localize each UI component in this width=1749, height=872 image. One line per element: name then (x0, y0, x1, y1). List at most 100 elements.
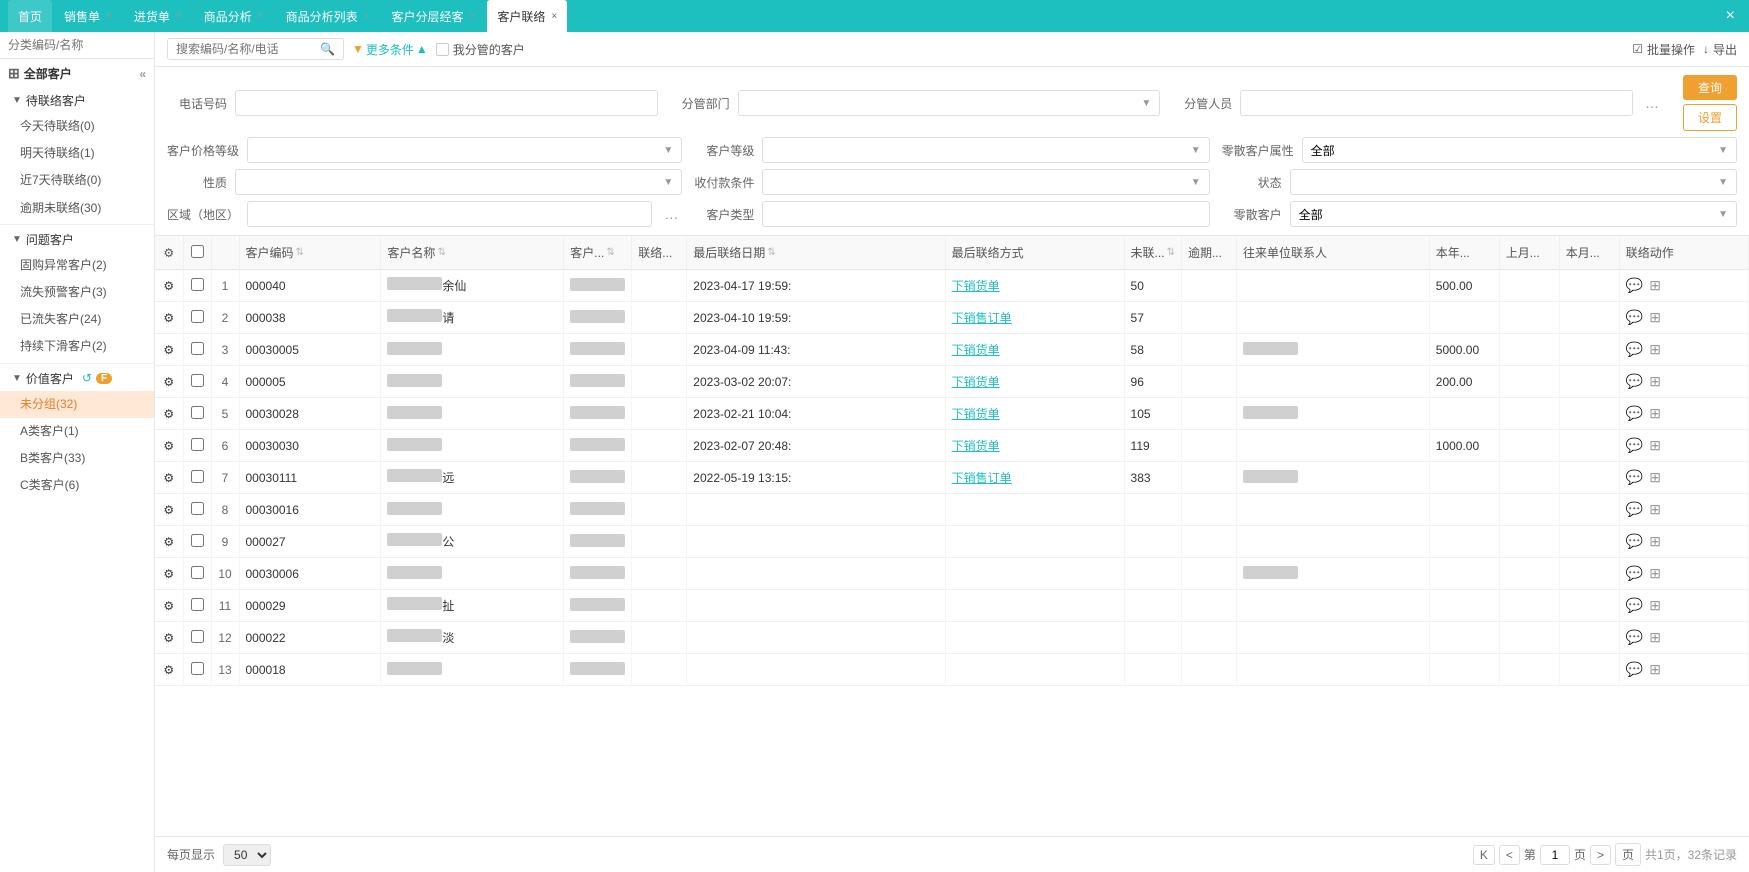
row-select-checkbox[interactable] (191, 630, 204, 643)
contact-method-link[interactable]: 下销货单 (952, 375, 1000, 389)
tab-customer-contact-close[interactable]: × (551, 11, 557, 22)
grid-action-icon[interactable]: ⊞ (1649, 501, 1661, 518)
grid-action-icon[interactable]: ⊞ (1649, 533, 1661, 550)
row-checkbox[interactable] (183, 526, 211, 558)
col-no-contact[interactable]: 未联...⇅ (1124, 236, 1181, 270)
row-select-checkbox[interactable] (191, 278, 204, 291)
chat-icon[interactable]: 💬 (1626, 341, 1643, 358)
col-contact-action[interactable]: 联络动作 (1619, 236, 1748, 270)
sidebar-item-week[interactable]: 近7天待联络(0) (0, 167, 154, 194)
chat-icon[interactable]: 💬 (1626, 405, 1643, 422)
person-select[interactable] (1240, 90, 1633, 116)
region-dots-button[interactable]: … (660, 206, 682, 222)
row-gear[interactable]: ⚙ (155, 462, 183, 494)
row-select-checkbox[interactable] (191, 566, 204, 579)
tab-home[interactable]: 首页 (8, 0, 52, 32)
grid-action-icon[interactable]: ⊞ (1649, 277, 1661, 294)
row-checkbox[interactable] (183, 398, 211, 430)
chat-icon[interactable]: 💬 (1626, 437, 1643, 454)
close-all-tabs-button[interactable]: × (1720, 7, 1741, 25)
row-select-checkbox[interactable] (191, 502, 204, 515)
col-this-year[interactable]: 本年... (1429, 236, 1499, 270)
more-conditions-button[interactable]: ▼ 更多条件 ▲ (352, 41, 428, 58)
sidebar-item-b-class[interactable]: B类客户(33) (0, 445, 154, 472)
grid-action-icon[interactable]: ⊞ (1649, 437, 1661, 454)
tab-purchase[interactable]: 进货单 × (124, 0, 192, 32)
batch-op-button[interactable]: ☑ 批量操作 (1632, 41, 1695, 58)
refresh-icon[interactable]: ↺ (82, 371, 92, 385)
grid-action-icon[interactable]: ⊞ (1649, 469, 1661, 486)
contact-method-link[interactable]: 下销货单 (952, 439, 1000, 453)
tab-purchase-close[interactable]: × (176, 11, 182, 22)
col-overdue[interactable]: 逾期... (1181, 236, 1236, 270)
tab-customer-contact[interactable]: 客户联络 × (487, 0, 567, 32)
sidebar-group-pending[interactable]: ▼ 待联络客户 (0, 88, 154, 113)
row-gear[interactable]: ⚙ (155, 590, 183, 622)
row-gear[interactable]: ⚙ (155, 494, 183, 526)
row-gear[interactable]: ⚙ (155, 430, 183, 462)
contact-method-link[interactable]: 下销货单 (952, 279, 1000, 293)
row-checkbox[interactable] (183, 430, 211, 462)
row-checkbox[interactable] (183, 654, 211, 686)
customer-type-input[interactable] (762, 201, 1209, 227)
gender-select[interactable]: ▼ (235, 169, 682, 195)
chat-icon[interactable]: 💬 (1626, 469, 1643, 486)
my-customers-checkbox[interactable]: 我分管的客户 (436, 41, 525, 58)
contact-method-link[interactable]: 下销售订单 (952, 311, 1012, 325)
chat-icon[interactable]: 💬 (1626, 661, 1643, 678)
tab-customer-segment-close[interactable]: × (469, 11, 475, 22)
grid-action-icon[interactable]: ⊞ (1649, 661, 1661, 678)
last-page-button[interactable]: 页 (1615, 843, 1641, 866)
tab-customer-segment[interactable]: 客户分层经客 × (381, 0, 485, 32)
sidebar-item-ungroup[interactable]: 未分组(32) (0, 391, 154, 418)
dept-select[interactable]: ▼ (738, 90, 1161, 116)
sidebar-item-churn-risk[interactable]: 流失预警客户(3) (0, 279, 154, 306)
sidebar-item-c-class[interactable]: C类客户(6) (0, 472, 154, 499)
tab-product-analysis-list[interactable]: 商品分析列表 × (276, 0, 380, 32)
tab-product-analysis-list-close[interactable]: × (364, 11, 370, 22)
retail-attr-select[interactable]: 全部 ▼ (1302, 137, 1737, 163)
row-select-checkbox[interactable] (191, 534, 204, 547)
tab-sales-close[interactable]: × (106, 11, 112, 22)
query-button[interactable]: 查询 (1683, 75, 1737, 100)
chat-icon[interactable]: 💬 (1626, 373, 1643, 390)
tab-product-analysis[interactable]: 商品分析 × (194, 0, 274, 32)
phone-input[interactable] (235, 90, 658, 116)
col-company-contact[interactable]: 往来单位联系人 (1236, 236, 1429, 270)
export-button[interactable]: ↓ 导出 (1703, 41, 1737, 58)
chat-icon[interactable]: 💬 (1626, 533, 1643, 550)
page-size-select[interactable]: 50 (223, 844, 271, 866)
row-gear[interactable]: ⚙ (155, 398, 183, 430)
filter-search-icon[interactable]: 🔍 (320, 42, 335, 56)
tab-sales[interactable]: 销售单 × (54, 0, 122, 32)
col-checkbox[interactable] (183, 236, 211, 270)
col-this-month[interactable]: 本月... (1559, 236, 1619, 270)
sidebar-item-today[interactable]: 今天待联络(0) (0, 113, 154, 140)
contact-method-link[interactable]: 下销售订单 (952, 471, 1012, 485)
row-gear[interactable]: ⚙ (155, 302, 183, 334)
sidebar-collapse-button[interactable]: « (139, 67, 146, 81)
col-contact[interactable]: 联络... (632, 236, 687, 270)
region-select[interactable] (247, 201, 652, 227)
grid-action-icon[interactable]: ⊞ (1649, 629, 1661, 646)
row-select-checkbox[interactable] (191, 438, 204, 451)
row-checkbox[interactable] (183, 558, 211, 590)
col-extra[interactable]: 客户...⇅ (564, 236, 632, 270)
reset-button[interactable]: 设置 (1683, 104, 1737, 131)
grid-action-icon[interactable]: ⊞ (1649, 405, 1661, 422)
grid-action-icon[interactable]: ⊞ (1649, 597, 1661, 614)
row-select-checkbox[interactable] (191, 470, 204, 483)
chat-icon[interactable]: 💬 (1626, 277, 1643, 294)
col-last-contact-date[interactable]: 最后联络日期⇅ (687, 236, 945, 270)
chat-icon[interactable]: 💬 (1626, 629, 1643, 646)
sidebar-group-value[interactable]: ▼ 价值客户 ↺ F (0, 366, 154, 391)
row-gear[interactable]: ⚙ (155, 558, 183, 590)
select-all-checkbox[interactable] (191, 245, 204, 258)
sidebar-item-lost[interactable]: 已流失客户(24) (0, 306, 154, 333)
col-code[interactable]: 客户编码⇅ (239, 236, 381, 270)
status-select[interactable]: ▼ (1290, 169, 1737, 195)
row-gear[interactable]: ⚙ (155, 654, 183, 686)
row-select-checkbox[interactable] (191, 406, 204, 419)
row-checkbox[interactable] (183, 270, 211, 302)
row-select-checkbox[interactable] (191, 342, 204, 355)
